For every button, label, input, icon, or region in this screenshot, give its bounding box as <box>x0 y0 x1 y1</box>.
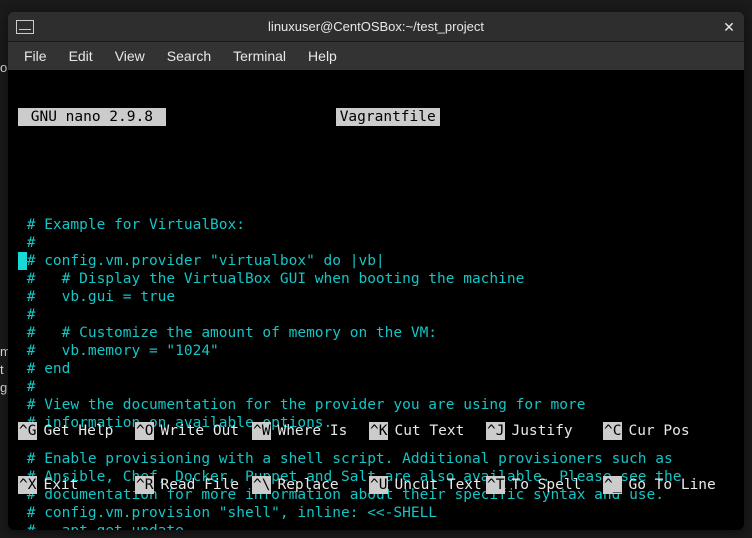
shortcut-key: ^K <box>369 422 388 440</box>
shortcut: ^XExit <box>18 476 135 494</box>
terminal-window: linuxuser@CentOSBox:~/test_project ✕ Fil… <box>8 12 744 530</box>
nano-version: GNU nano 2.9.8 <box>18 108 166 126</box>
menu-terminal[interactable]: Terminal <box>223 45 296 67</box>
shortcut: ^_Go To Line <box>603 476 720 494</box>
editor-line: # end <box>18 360 744 378</box>
terminal-area[interactable]: GNU nano 2.9.8 Vagrantfile # Example for… <box>8 70 744 530</box>
menu-view[interactable]: View <box>105 45 155 67</box>
close-icon[interactable]: ✕ <box>714 12 744 42</box>
shortcut-key: ^C <box>603 422 622 440</box>
shortcut-key: ^R <box>135 476 154 494</box>
shortcut-label: Get Help <box>37 422 113 440</box>
menu-edit[interactable]: Edit <box>59 45 103 67</box>
shortcut: ^TTo Spell <box>486 476 603 494</box>
background-text: g <box>0 380 7 395</box>
shortcut-key: ^\ <box>252 476 271 494</box>
nano-shortcuts: ^GGet Help^OWrite Out^WWhere Is^KCut Tex… <box>8 386 744 530</box>
shortcut: ^OWrite Out <box>135 422 252 440</box>
shortcut-key: ^T <box>486 476 505 494</box>
editor-line: # vb.gui = true <box>18 288 744 306</box>
shortcut-key: ^J <box>486 422 505 440</box>
editor-line: # <box>18 306 744 324</box>
shortcut-label: Justify <box>505 422 572 440</box>
editor-line: # # Display the VirtualBox GUI when boot… <box>18 270 744 288</box>
shortcut-label: Replace <box>271 476 338 494</box>
terminal-icon <box>16 20 34 34</box>
shortcut-key: ^G <box>18 422 37 440</box>
shortcut: ^WWhere Is <box>252 422 369 440</box>
shortcut-label: Cur Pos <box>622 422 689 440</box>
shortcut-row: ^GGet Help^OWrite Out^WWhere Is^KCut Tex… <box>18 422 744 440</box>
shortcut-label: Cut Text <box>388 422 464 440</box>
shortcut-row: ^XExit^RRead File^\Replace^UUncut Text^T… <box>18 476 744 494</box>
menu-help[interactable]: Help <box>298 45 347 67</box>
shortcut-label: To Spell <box>505 476 581 494</box>
shortcut: ^\Replace <box>252 476 369 494</box>
menu-search[interactable]: Search <box>157 45 221 67</box>
background-text: o <box>0 60 7 75</box>
shortcut: ^GGet Help <box>18 422 135 440</box>
editor-line: # <box>18 234 744 252</box>
shortcut: ^RRead File <box>135 476 252 494</box>
shortcut: ^KCut Text <box>369 422 486 440</box>
menubar: File Edit View Search Terminal Help <box>8 42 744 70</box>
shortcut-label: Uncut Text <box>388 476 481 494</box>
shortcut-key: ^U <box>369 476 388 494</box>
shortcut-key: ^W <box>252 422 271 440</box>
shortcut-label: Read File <box>154 476 239 494</box>
shortcut-key: ^O <box>135 422 154 440</box>
shortcut: ^UUncut Text <box>369 476 486 494</box>
window-title: linuxuser@CentOSBox:~/test_project <box>8 19 744 34</box>
shortcut-label: Exit <box>37 476 78 494</box>
shortcut-key: ^X <box>18 476 37 494</box>
cursor <box>18 252 27 270</box>
shortcut: ^JJustify <box>486 422 603 440</box>
editor-line: # config.vm.provider "virtualbox" do |vb… <box>18 252 744 270</box>
shortcut-label: Where Is <box>271 422 347 440</box>
shortcut: ^CCur Pos <box>603 422 720 440</box>
shortcut-label: Write Out <box>154 422 239 440</box>
editor-line: # vb.memory = "1024" <box>18 342 744 360</box>
editor-line: # # Customize the amount of memory on th… <box>18 324 744 342</box>
titlebar[interactable]: linuxuser@CentOSBox:~/test_project ✕ <box>8 12 744 42</box>
background-text: t <box>0 362 4 377</box>
nano-filename: Vagrantfile <box>336 108 440 126</box>
editor-line: # Example for VirtualBox: <box>18 216 744 234</box>
nano-header: GNU nano 2.9.8 Vagrantfile <box>8 108 744 126</box>
menu-file[interactable]: File <box>14 45 57 67</box>
shortcut-key: ^_ <box>603 476 622 494</box>
shortcut-label: Go To Line <box>622 476 715 494</box>
